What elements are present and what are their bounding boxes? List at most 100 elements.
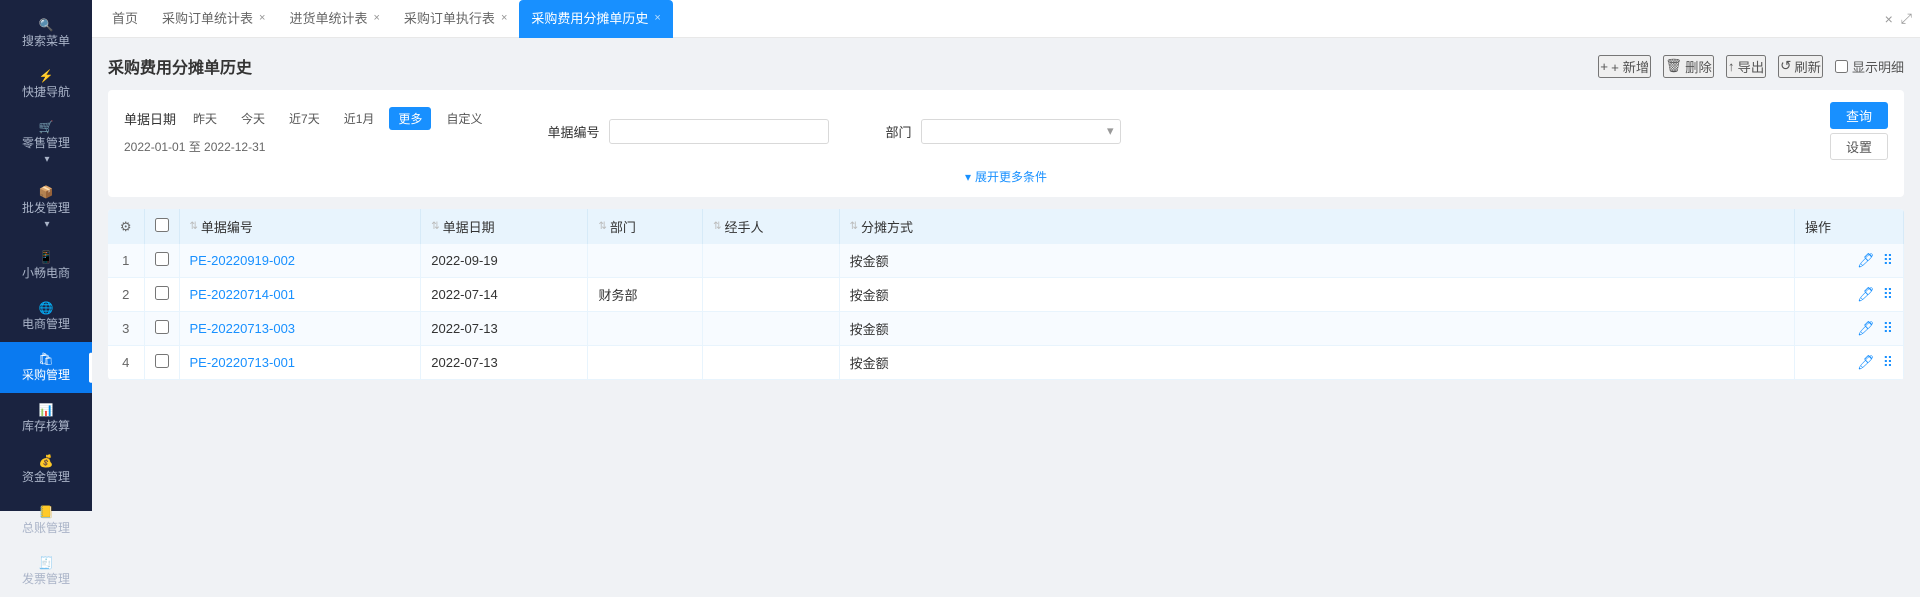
more-icon[interactable]: ⠿ [1883, 286, 1893, 303]
sort-icon: ⇅ [431, 221, 439, 232]
row-checkbox-cell [144, 278, 179, 312]
doc-no-link[interactable]: PE-20220919-002 [190, 253, 296, 268]
dept-select[interactable]: 财务部 [921, 119, 1121, 144]
sidebar-item-ecomm[interactable]: 🌐 电商管理 [0, 291, 92, 342]
sidebar-items: 🔍 搜索菜单 ⚡ 快捷导航 🛒 零售管理 ▾ 📦 批发管理 ▾ 📱 小畅电商 🌐… [0, 8, 92, 597]
dept-select-wrapper: 财务部 [921, 119, 1121, 144]
chevron-down-icon: ▾ [44, 219, 49, 230]
date-btn-more[interactable]: 更多 [389, 107, 431, 130]
doc-no-link[interactable]: PE-20220713-003 [190, 321, 296, 336]
query-actions: 查询 设置 [1830, 102, 1888, 160]
sidebar-item-purchase[interactable]: 🛍 采购管理 [0, 342, 92, 393]
more-icon[interactable]: ⠿ [1883, 354, 1893, 371]
show-detail-checkbox-label[interactable]: 显示明细 [1835, 57, 1904, 76]
sidebar: 🔍 搜索菜单 ⚡ 快捷导航 🛒 零售管理 ▾ 📦 批发管理 ▾ 📱 小畅电商 🌐… [0, 0, 92, 511]
date-btn-yesterday[interactable]: 昨天 [184, 107, 226, 130]
edit-icon[interactable]: 🖊 [1857, 286, 1875, 303]
col-label-splitmethod: 分摊方式 [861, 217, 913, 236]
date-btn-1month[interactable]: 近1月 [335, 107, 384, 130]
tab-label: 采购订单统计表 [162, 8, 253, 27]
table-col-docdate: ⇅ 单据日期 [421, 209, 588, 244]
sidebar-item-invoice[interactable]: 🧾 发票管理 [0, 546, 92, 597]
search-icon: 🔍 [4, 18, 88, 32]
close-icon[interactable]: × [259, 12, 265, 24]
row-checkbox[interactable] [155, 286, 169, 300]
row-docdate: 2022-09-19 [421, 244, 588, 278]
refresh-button[interactable]: ↺ 刷新 [1778, 55, 1823, 78]
chevron-down-icon: ▾ [44, 154, 49, 165]
page-header: 采购费用分摊单历史 + + 新增 🗑 删除 ↑ 导出 ↺ 刷新 [108, 54, 1904, 78]
expand-window-icon[interactable]: ⤢ [1901, 10, 1912, 27]
sidebar-item-label: 批发管理 [4, 199, 88, 216]
tab-purchase-order-stats[interactable]: 采购订单统计表 × [150, 0, 277, 38]
doc-no-link[interactable]: PE-20220714-001 [190, 287, 296, 302]
close-icon[interactable]: × [501, 12, 507, 24]
docno-input[interactable] [609, 119, 829, 144]
add-button[interactable]: + + 新增 [1598, 55, 1651, 78]
sidebar-item-inventory[interactable]: 📊 库存核算 [0, 393, 92, 444]
row-checkbox[interactable] [155, 320, 169, 334]
close-icon[interactable]: × [373, 12, 379, 24]
more-icon[interactable]: ⠿ [1883, 320, 1893, 337]
row-splitmethod: 按金额 [839, 244, 1794, 278]
tab-incoming-stats[interactable]: 进货单统计表 × [277, 0, 391, 38]
select-all-checkbox[interactable] [155, 218, 169, 232]
date-btn-7days[interactable]: 近7天 [280, 107, 329, 130]
row-action: 🖊 ⠿ [1794, 312, 1903, 346]
row-checkbox-cell [144, 346, 179, 380]
export-button[interactable]: ↑ 导出 [1726, 55, 1766, 78]
tab-purchase-order-exec[interactable]: 采购订单执行表 × [392, 0, 519, 38]
row-handler [703, 278, 839, 312]
filter-row-1: 单据日期 昨天 今天 近7天 近1月 更多 自定义 2022-01-01 至 2… [124, 102, 1888, 160]
expand-conditions-button[interactable]: ▾ 展开更多条件 [965, 168, 1047, 185]
ledger-icon: 📒 [4, 505, 88, 519]
delete-icon: 🗑 [1665, 58, 1682, 74]
add-icon: + [1600, 59, 1608, 74]
row-docno: PE-20220714-001 [179, 278, 421, 312]
sidebar-item-retail[interactable]: 🛒 零售管理 ▾ [0, 110, 92, 175]
close-window-icon[interactable]: × [1885, 11, 1893, 27]
docno-filter-group: 单据编号 [547, 119, 829, 144]
delete-button[interactable]: 🗑 删除 [1663, 55, 1714, 78]
sidebar-item-finance[interactable]: 💰 资金管理 [0, 444, 92, 495]
sidebar-item-ledger[interactable]: 📒 总账管理 [0, 495, 92, 546]
sidebar-item-ecommsmall[interactable]: 📱 小畅电商 [0, 240, 92, 291]
delete-label: 删除 [1685, 57, 1712, 76]
doc-no-link[interactable]: PE-20220713-001 [190, 355, 296, 370]
row-dept [588, 346, 703, 380]
active-indicator [89, 352, 92, 383]
tab-purchase-cost-history[interactable]: 采购费用分摊单历史 × [519, 0, 672, 38]
date-btn-today[interactable]: 今天 [232, 107, 274, 130]
table-col-docno: ⇅ 单据编号 [179, 209, 421, 244]
edit-icon[interactable]: 🖊 [1857, 354, 1875, 371]
date-btn-custom[interactable]: 自定义 [437, 107, 491, 130]
close-icon[interactable]: × [654, 12, 660, 24]
setting-button[interactable]: 设置 [1830, 133, 1888, 160]
sidebar-item-search[interactable]: 🔍 搜索菜单 [0, 8, 92, 59]
tab-home[interactable]: 首页 [100, 0, 150, 38]
query-button[interactable]: 查询 [1830, 102, 1888, 129]
more-icon[interactable]: ⠿ [1883, 252, 1893, 269]
sidebar-item-wholesale[interactable]: 📦 批发管理 ▾ [0, 175, 92, 240]
table-settings-col[interactable]: ⚙ [108, 209, 144, 244]
sidebar-item-label: 库存核算 [4, 417, 88, 434]
row-no: 4 [108, 346, 144, 380]
row-dept [588, 312, 703, 346]
sort-icon: ⇅ [190, 221, 198, 232]
show-detail-label: 显示明细 [1852, 57, 1904, 76]
sidebar-item-quicknav[interactable]: ⚡ 快捷导航 [0, 59, 92, 110]
show-detail-checkbox[interactable] [1835, 60, 1848, 73]
row-checkbox[interactable] [155, 354, 169, 368]
table-col-splitmethod: ⇅ 分摊方式 [839, 209, 1794, 244]
export-label: 导出 [1738, 57, 1765, 76]
row-docno: PE-20220919-002 [179, 244, 421, 278]
refresh-icon: ↺ [1780, 58, 1791, 74]
row-checkbox[interactable] [155, 252, 169, 266]
edit-icon[interactable]: 🖊 [1857, 252, 1875, 269]
invoice-icon: 🧾 [4, 556, 88, 570]
tab-label: 采购费用分摊单历史 [531, 8, 648, 27]
table-row: 2 PE-20220714-001 2022-07-14 财务部 按金额 🖊 ⠿ [108, 278, 1904, 312]
edit-icon[interactable]: 🖊 [1857, 320, 1875, 337]
row-no: 2 [108, 278, 144, 312]
tabs-right-actions: × ⤢ [1885, 10, 1912, 27]
